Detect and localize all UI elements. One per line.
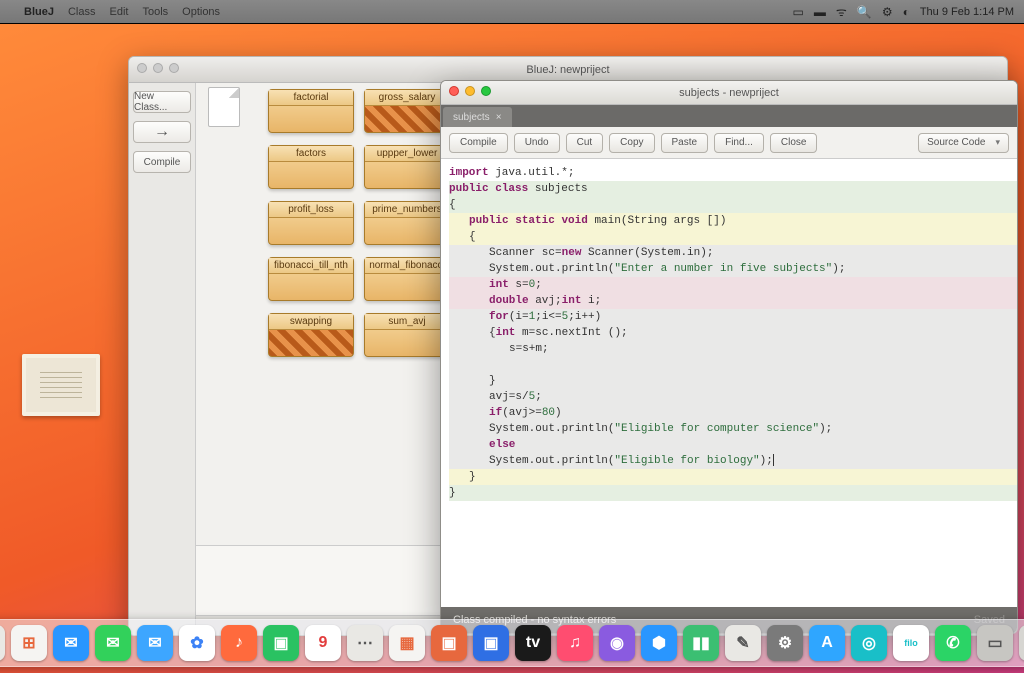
project-zoom-button[interactable]: [169, 63, 179, 73]
mac-menubar: BlueJ Class Edit Tools Options ▭ ▬ ᯤ 🔍 ⚙…: [0, 0, 1024, 24]
class-card-label: gross_salary: [365, 90, 449, 106]
find-button[interactable]: Find...: [714, 133, 764, 153]
dock-app-4[interactable]: ✉: [95, 625, 131, 661]
menubar-app-name[interactable]: BlueJ: [24, 6, 54, 18]
menu-tools[interactable]: Tools: [142, 6, 168, 18]
dock-app-13[interactable]: ▣: [473, 625, 509, 661]
class-card-prime_numbers[interactable]: prime_numbers: [364, 201, 450, 245]
class-card-profit_loss[interactable]: profit_loss: [268, 201, 354, 245]
class-card-fibonacci_till_nth[interactable]: fibonacci_till_nth: [268, 257, 354, 301]
spotlight-icon[interactable]: 🔍: [857, 5, 872, 19]
tab-close-icon[interactable]: ×: [496, 112, 502, 123]
desktop-notes-widget[interactable]: [22, 354, 100, 416]
editor-titlebar[interactable]: subjects - newpriject: [441, 81, 1017, 105]
editor-zoom-button[interactable]: [481, 86, 491, 96]
class-card-normal_fibonacci[interactable]: normal_fibonacci: [364, 257, 450, 301]
dock-app-21[interactable]: A: [809, 625, 845, 661]
project-minimize-button[interactable]: [153, 63, 163, 73]
cut-button[interactable]: Cut: [566, 133, 604, 153]
class-card-label: uppper_lower: [365, 146, 449, 162]
dock-app-20[interactable]: ⚙: [767, 625, 803, 661]
battery-icon[interactable]: ▬: [814, 5, 826, 19]
editor-tab-subjects[interactable]: subjects ×: [443, 107, 512, 127]
dock-app-10[interactable]: ⋯: [347, 625, 383, 661]
class-card-factorial[interactable]: factorial: [268, 89, 354, 133]
dock-app-23[interactable]: filo: [893, 625, 929, 661]
siri-icon[interactable]: ◐: [903, 5, 910, 19]
menu-class[interactable]: Class: [68, 6, 96, 18]
view-dropdown[interactable]: Source Code: [918, 133, 1009, 153]
view-dropdown-label: Source Code: [927, 137, 985, 148]
dock-app-6[interactable]: ✿: [179, 625, 215, 661]
project-traffic-lights: [137, 63, 179, 73]
dock-app-22[interactable]: ◎: [851, 625, 887, 661]
inherit-arrow-button[interactable]: →: [133, 121, 191, 143]
dock-app-1[interactable]: ⌘: [0, 625, 5, 661]
project-sidebar: New Class... → Compile: [129, 83, 195, 635]
undo-button[interactable]: Undo: [514, 133, 560, 153]
dock-app-16[interactable]: ◉: [599, 625, 635, 661]
dock-app-18[interactable]: ▮▮: [683, 625, 719, 661]
close-button[interactable]: Close: [770, 133, 818, 153]
control-center-icon[interactable]: ⚙: [882, 5, 893, 19]
menubar-clock[interactable]: Thu 9 Feb 1:14 PM: [920, 6, 1014, 18]
class-card-factors[interactable]: factors: [268, 145, 354, 189]
menubar-left: BlueJ Class Edit Tools Options: [10, 6, 220, 18]
editor-window-title: subjects - newpriject: [679, 87, 779, 99]
class-card-swapping[interactable]: swapping: [268, 313, 354, 357]
dock-app-3[interactable]: ✉: [53, 625, 89, 661]
project-close-button[interactable]: [137, 63, 147, 73]
wifi-icon[interactable]: ᯤ: [836, 3, 847, 20]
dock-app-7[interactable]: ♪: [221, 625, 257, 661]
dock-app-24[interactable]: ✆: [935, 625, 971, 661]
editor-minimize-button[interactable]: [465, 86, 475, 96]
dock: ☺⌘⊞✉✉✉✿♪▣9⋯▦▣▣tv♫◉⬢▮▮✎⚙A◎filo✆▭✖🗑: [0, 619, 1024, 667]
editor-toolbar: Compile Undo Cut Copy Paste Find... Clos…: [441, 127, 1017, 159]
dock-app-8[interactable]: ▣: [263, 625, 299, 661]
class-card-sum_avj[interactable]: sum_avj: [364, 313, 450, 357]
tab-label: subjects: [453, 112, 490, 123]
readme-icon[interactable]: [208, 87, 240, 127]
airplay-icon[interactable]: ▭: [793, 5, 804, 19]
desktop[interactable]: BlueJ: newpriject New Class... → Compile…: [0, 24, 1024, 673]
dock-app-11[interactable]: ▦: [389, 625, 425, 661]
menu-edit[interactable]: Edit: [109, 6, 128, 18]
copy-button[interactable]: Copy: [609, 133, 654, 153]
code-editor[interactable]: import java.util.*; public class subject…: [441, 159, 1017, 607]
dock-app-9[interactable]: 9: [305, 625, 341, 661]
new-class-button[interactable]: New Class...: [133, 91, 191, 113]
class-card-label: normal_fibonacci: [365, 258, 449, 274]
dock-app-26[interactable]: ✖: [1019, 625, 1024, 661]
dock-app-25[interactable]: ▭: [977, 625, 1013, 661]
class-card-label: factors: [269, 146, 353, 162]
dock-app-15[interactable]: ♫: [557, 625, 593, 661]
class-card-label: factorial: [269, 90, 353, 106]
editor-window: subjects - newpriject subjects × Compile…: [440, 80, 1018, 634]
class-card-label: swapping: [269, 314, 353, 330]
class-card-label: profit_loss: [269, 202, 353, 218]
editor-close-button[interactable]: [449, 86, 459, 96]
dock-app-5[interactable]: ✉: [137, 625, 173, 661]
class-card-uppper_lower[interactable]: uppper_lower: [364, 145, 450, 189]
dock-app-14[interactable]: tv: [515, 625, 551, 661]
text-cursor: [773, 454, 774, 466]
compile-button[interactable]: Compile: [449, 133, 508, 153]
class-card-gross_salary[interactable]: gross_salary: [364, 89, 450, 133]
project-window-title: BlueJ: newpriject: [526, 64, 609, 76]
compile-button[interactable]: Compile: [133, 151, 191, 173]
paste-button[interactable]: Paste: [661, 133, 709, 153]
editor-tabstrip: subjects ×: [441, 105, 1017, 127]
menubar-right: ▭ ▬ ᯤ 🔍 ⚙ ◐ Thu 9 Feb 1:14 PM: [793, 3, 1014, 20]
dock-app-19[interactable]: ✎: [725, 625, 761, 661]
dock-app-12[interactable]: ▣: [431, 625, 467, 661]
dock-app-2[interactable]: ⊞: [11, 625, 47, 661]
editor-traffic-lights: [449, 86, 491, 96]
class-card-label: sum_avj: [365, 314, 449, 330]
class-card-label: fibonacci_till_nth: [269, 258, 353, 274]
dock-app-17[interactable]: ⬢: [641, 625, 677, 661]
class-card-label: prime_numbers: [365, 202, 449, 218]
menu-options[interactable]: Options: [182, 6, 220, 18]
